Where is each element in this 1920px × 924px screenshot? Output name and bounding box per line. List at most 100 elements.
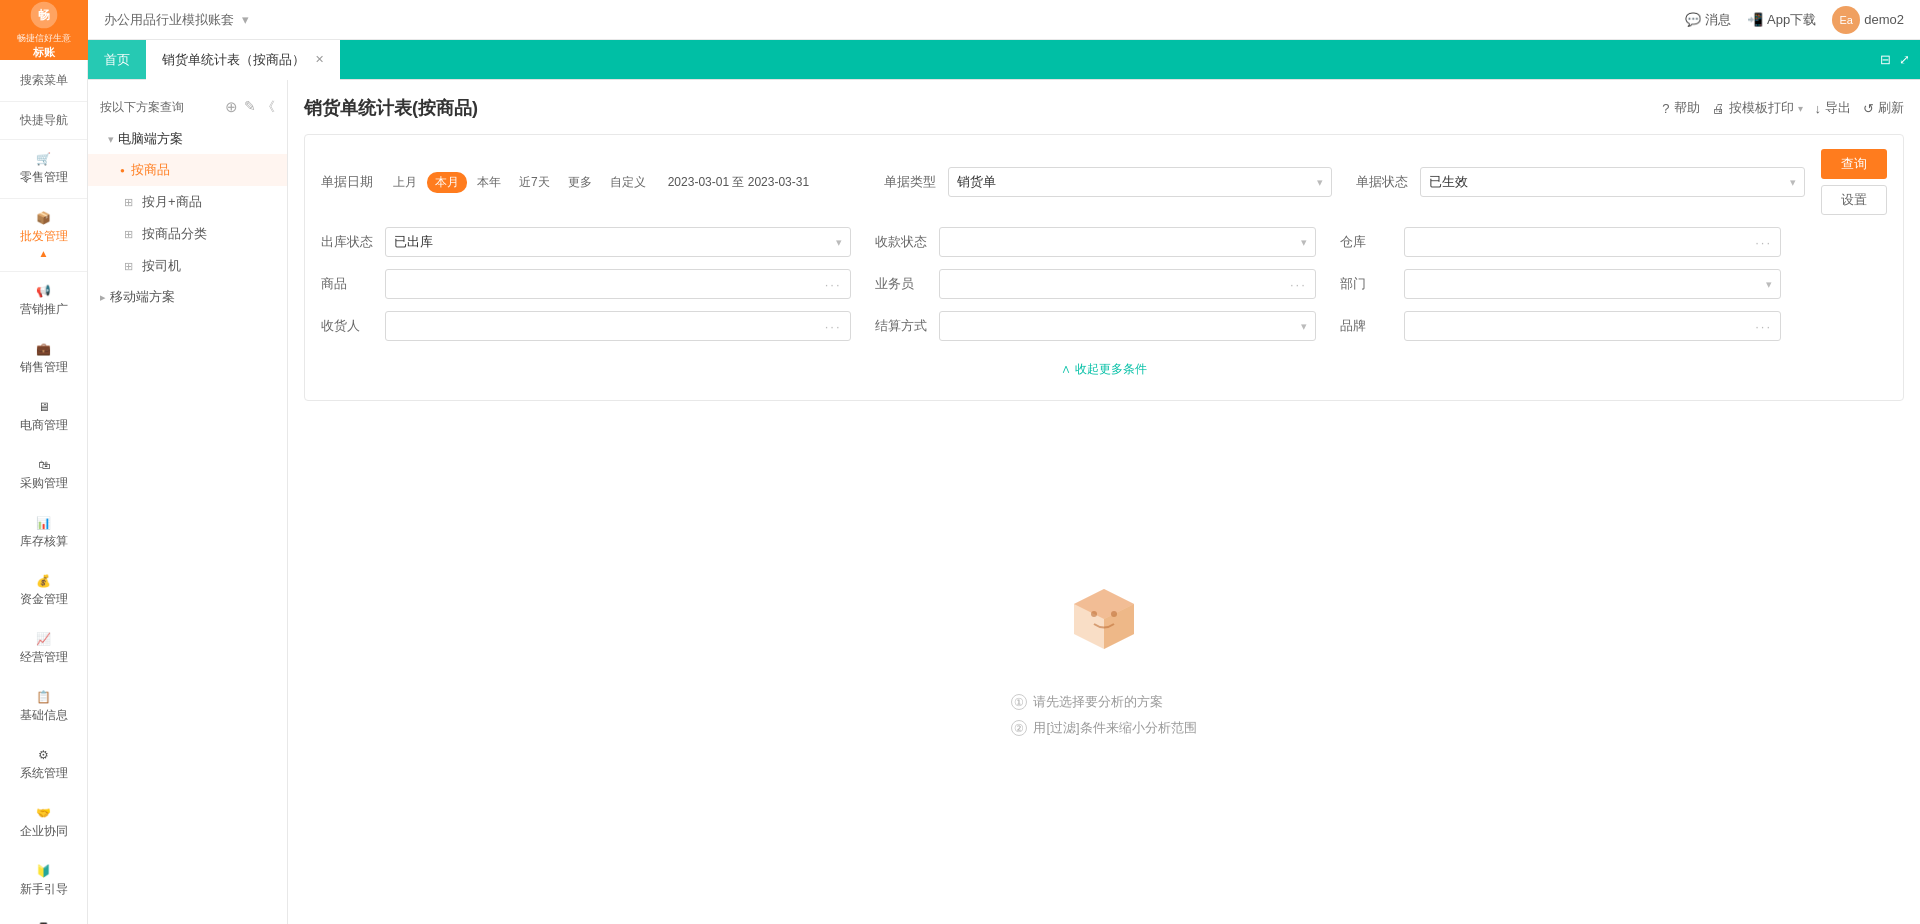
- expand-icon[interactable]: ⤢: [1899, 52, 1910, 67]
- settlement-chevron: ▾: [1301, 320, 1307, 333]
- sidebar-item-finance[interactable]: 💰 资金管理: [0, 562, 87, 620]
- filter-item-by-month-goods[interactable]: ⊞ 按月+商品: [88, 186, 287, 218]
- search-menu[interactable]: 搜索菜单: [0, 60, 87, 102]
- mobile-section-arrow: ▸: [100, 291, 106, 304]
- minimize-icon[interactable]: ⊟: [1880, 52, 1891, 67]
- sidebar-item-system[interactable]: ⚙ 系统管理: [0, 736, 87, 794]
- date-tab-custom[interactable]: 自定义: [602, 172, 654, 193]
- filter-panel-title: 按以下方案查询: [100, 99, 184, 116]
- app-download-button[interactable]: 📲 App下载: [1747, 11, 1816, 29]
- export-icon: ↓: [1815, 101, 1822, 116]
- field-goods: 商品 ···: [321, 269, 851, 299]
- goods-input[interactable]: ···: [385, 269, 851, 299]
- department-select[interactable]: ▾: [1404, 269, 1781, 299]
- warehouse-dots: ···: [1755, 235, 1772, 250]
- home-tab-label: 首页: [104, 51, 130, 69]
- page-breadcrumb: 办公用品行业模拟账套: [104, 11, 234, 29]
- date-tab-more[interactable]: 更多: [560, 172, 600, 193]
- svg-text:畅: 畅: [38, 8, 50, 21]
- tab-bar: 首页 销货单统计表（按商品） ✕ ⊟ ⤢: [88, 40, 1920, 80]
- sidebar-item-marketing[interactable]: 📢 营销推广: [0, 272, 87, 330]
- warehouse-label: 仓库: [1340, 233, 1404, 251]
- sidebar-item-apps[interactable]: 📱 应用中心: [0, 910, 87, 924]
- edit-scheme-icon[interactable]: ✎: [244, 98, 256, 116]
- date-field-content: 上月 本月 本年 近7天 更多 自定义 2023-03-01 至 2023-03…: [385, 172, 860, 193]
- filter-item-by-goods[interactable]: ● 按商品: [88, 154, 287, 186]
- header-left: 办公用品行业模拟账套 ▾: [104, 11, 249, 29]
- purchase-icon: 🛍: [38, 458, 50, 472]
- sidebar-item-retail[interactable]: 🛒 零售管理: [0, 140, 87, 198]
- date-value: 2023-03-01 至 2023-03-31: [668, 174, 809, 191]
- svg-point-6: [1111, 611, 1117, 617]
- guide-icon: 🔰: [36, 864, 51, 878]
- payment-status-label: 收款状态: [875, 233, 939, 251]
- tip-1-text: 请先选择要分析的方案: [1033, 689, 1163, 715]
- sidebar-item-inventory[interactable]: 📊 库存核算: [0, 504, 87, 562]
- message-button[interactable]: 💬 消息: [1685, 11, 1731, 29]
- brand-input[interactable]: ···: [1404, 311, 1781, 341]
- field-salesperson: 业务员 ···: [875, 269, 1316, 299]
- desktop-section-title[interactable]: ▾ 电脑端方案: [88, 124, 287, 154]
- filter-panel-header: 按以下方案查询 ⊕ ✎ 《: [88, 90, 287, 124]
- print-button[interactable]: 🖨 按模板打印 ▾: [1712, 99, 1803, 117]
- sidebar-item-purchase[interactable]: 🛍 采购管理: [0, 446, 87, 504]
- sidebar-item-sales[interactable]: 💼 销售管理: [0, 330, 87, 388]
- date-tab-last-month[interactable]: 上月: [385, 172, 425, 193]
- doc-status-select[interactable]: 已生效 ▾: [1420, 167, 1805, 197]
- sidebar-item-ecommerce[interactable]: 🖥 电商管理: [0, 388, 87, 446]
- query-form: 单据日期 上月 本月 本年 近7天 更多 自定义 2023-03-01 至 20…: [304, 134, 1904, 401]
- export-button[interactable]: ↓ 导出: [1815, 99, 1852, 117]
- tab-sales-stat[interactable]: 销货单统计表（按商品） ✕: [146, 40, 340, 80]
- system-icon: ⚙: [38, 748, 49, 762]
- user-name: demo2: [1864, 12, 1904, 27]
- doc-type-label: 单据类型: [884, 173, 948, 191]
- tab-bar-actions: ⊟ ⤢: [1870, 52, 1920, 67]
- grid-icon-1: ⊞: [120, 194, 136, 210]
- filter-item-by-category[interactable]: ⊞ 按商品分类: [88, 218, 287, 250]
- mobile-scheme-section[interactable]: ▸ 移动端方案: [88, 282, 287, 312]
- collapse-panel-icon[interactable]: 《: [262, 98, 275, 116]
- sidebar-item-enterprise[interactable]: 🤝 企业协同: [0, 794, 87, 852]
- sidebar-item-operations[interactable]: 📈 经营管理: [0, 620, 87, 678]
- basic-icon: 📋: [36, 690, 51, 704]
- empty-state: ① 请先选择要分析的方案 ② 用[过滤]条件来缩小分析范围: [304, 401, 1904, 908]
- tab-home[interactable]: 首页: [88, 40, 146, 80]
- doc-type-select[interactable]: 销货单 ▾: [948, 167, 1333, 197]
- sidebar-item-basic[interactable]: 📋 基础信息: [0, 678, 87, 736]
- date-tab-this-year[interactable]: 本年: [469, 172, 509, 193]
- date-tabs: 上月 本月 本年 近7天 更多 自定义: [385, 172, 654, 193]
- payment-status-select[interactable]: ▾: [939, 227, 1316, 257]
- query-area: 销货单统计表(按商品) ? 帮助 🖨 按模板打印 ▾ ↓ 导出: [288, 80, 1920, 924]
- logo-icon: 畅: [26, 0, 62, 30]
- sales-stat-tab-label: 销货单统计表（按商品）: [162, 51, 305, 69]
- date-tab-7days[interactable]: 近7天: [511, 172, 558, 193]
- receiver-input[interactable]: ···: [385, 311, 851, 341]
- refresh-button[interactable]: ↺ 刷新: [1863, 99, 1904, 117]
- tab-close-button[interactable]: ✕: [315, 53, 324, 66]
- filter-item-by-printer[interactable]: ⊞ 按司机: [88, 250, 287, 282]
- date-tab-this-month[interactable]: 本月: [427, 172, 467, 193]
- user-avatar[interactable]: Ea demo2: [1832, 6, 1904, 34]
- query-button[interactable]: 查询: [1821, 149, 1887, 179]
- refresh-icon: ↺: [1863, 101, 1874, 116]
- title-actions: ? 帮助 🖨 按模板打印 ▾ ↓ 导出 ↺ 刷新: [1662, 99, 1904, 117]
- quick-nav[interactable]: 快捷导航: [0, 102, 87, 140]
- breadcrumb-dropdown-icon[interactable]: ▾: [242, 12, 249, 27]
- sidebar-item-guide[interactable]: 🔰 新手引导: [0, 852, 87, 910]
- help-button[interactable]: ? 帮助: [1662, 99, 1699, 117]
- salesperson-input[interactable]: ···: [939, 269, 1316, 299]
- warehouse-input[interactable]: ···: [1404, 227, 1781, 257]
- grid-icon-3: ⊞: [120, 258, 136, 274]
- field-doc-status: 单据状态 已生效 ▾: [1356, 167, 1805, 197]
- download-icon: 📲: [1747, 12, 1763, 27]
- collapse-conditions-button[interactable]: ∧ 收起更多条件: [321, 353, 1887, 386]
- app-logo: 畅 畅捷信好生意 标账: [0, 0, 88, 60]
- sidebar-item-wholesale[interactable]: 📦 批发管理 ▲: [0, 199, 87, 271]
- print-icon: 🖨: [1712, 101, 1725, 116]
- settings-button[interactable]: 设置: [1821, 185, 1887, 215]
- add-scheme-icon[interactable]: ⊕: [225, 98, 238, 116]
- form-row-1: 单据日期 上月 本月 本年 近7天 更多 自定义 2023-03-01 至 20…: [321, 149, 1887, 215]
- settlement-select[interactable]: ▾: [939, 311, 1316, 341]
- stockout-select[interactable]: 已出库 ▾: [385, 227, 851, 257]
- svg-point-5: [1091, 611, 1097, 617]
